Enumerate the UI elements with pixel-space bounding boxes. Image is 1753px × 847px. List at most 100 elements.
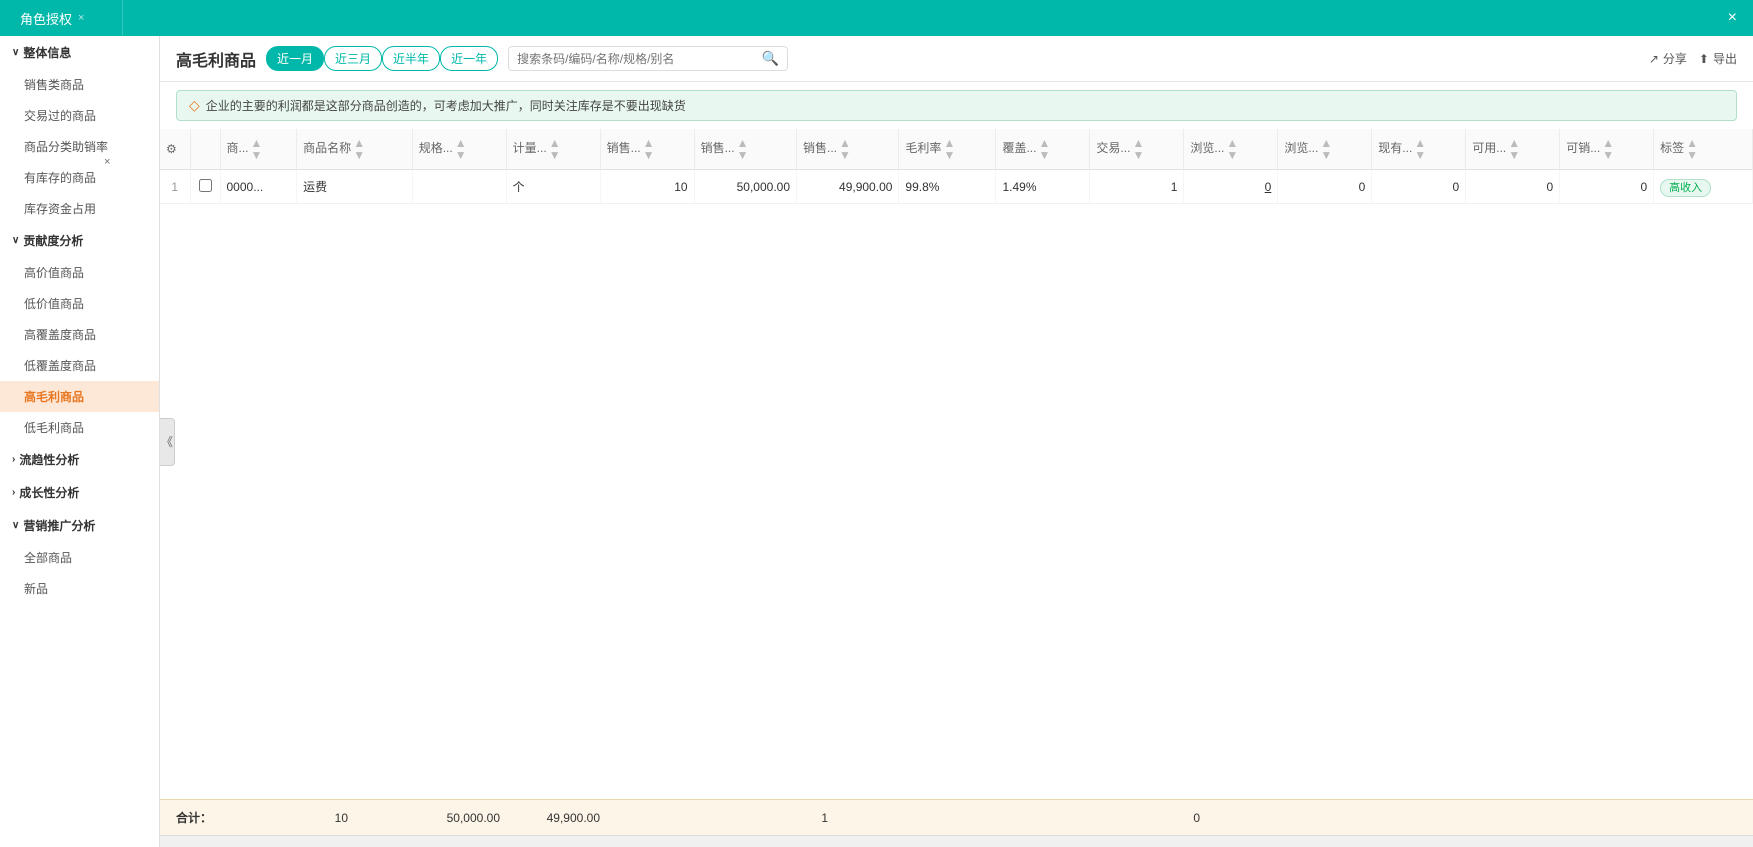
export-button[interactable]: ⬆ 导出 bbox=[1699, 50, 1737, 67]
group-label-2: 流趋性分析 bbox=[19, 451, 79, 468]
data-table-wrap: ⚙商...▲▼商品名称▲▼规格...▲▼计量...▲▼销售...▲▼销售...▲… bbox=[160, 129, 1753, 799]
col-sort-code[interactable]: ▲▼ bbox=[251, 137, 263, 161]
col-label-current_stock: 现有... bbox=[1378, 141, 1412, 155]
col-header-unit[interactable]: 计量...▲▼ bbox=[506, 129, 600, 170]
cell-sales_qty: 10 bbox=[600, 170, 694, 204]
main-layout: ∨整体信息销售类商品交易过的商品商品分类助销率有库存的商品库存资金占用∨贡献度分… bbox=[0, 36, 1753, 847]
col-sort-name[interactable]: ▲▼ bbox=[353, 137, 365, 161]
data-table: ⚙商...▲▼商品名称▲▼规格...▲▼计量...▲▼销售...▲▼销售...▲… bbox=[160, 129, 1753, 204]
content-area: 《 高毛利商品 近一月近三月近半年近一年 🔍 ↗ 分享 ⬆ 导出 bbox=[160, 36, 1753, 847]
col-sort-browse1[interactable]: ▲▼ bbox=[1226, 137, 1238, 161]
col-sort-gross_margin[interactable]: ▲▼ bbox=[943, 137, 955, 161]
sidebar-item-0-4[interactable]: 库存资金占用 bbox=[0, 193, 159, 224]
filter-btn-1[interactable]: 近三月 bbox=[324, 46, 382, 71]
col-label-tag: 标签 bbox=[1660, 141, 1684, 155]
sidebar-group-header-2[interactable]: › 流趋性分析 bbox=[0, 443, 159, 476]
footer-sales-qty: 10 bbox=[228, 811, 408, 825]
top-nav: 首页销售单×进货单×权限设置×角色授权×产成品入库单×单据模板设置×商品分析×商… bbox=[0, 0, 1753, 36]
col-header-spec[interactable]: 规格...▲▼ bbox=[412, 129, 506, 170]
sidebar-group-header-1[interactable]: ∨贡献度分析 bbox=[0, 224, 159, 257]
col-sort-tag[interactable]: ▲▼ bbox=[1686, 137, 1698, 161]
col-sort-coverage[interactable]: ▲▼ bbox=[1038, 137, 1050, 161]
footer-current bbox=[1048, 811, 1128, 825]
col-header-sales_profit[interactable]: 销售...▲▼ bbox=[797, 129, 899, 170]
sidebar-item-1-5[interactable]: 低毛利商品 bbox=[0, 412, 159, 443]
col-header-name[interactable]: 商品名称▲▼ bbox=[297, 129, 413, 170]
sidebar-item-1-4[interactable]: 高毛利商品 bbox=[0, 381, 159, 412]
sidebar-item-4-1[interactable]: 新品 bbox=[0, 573, 159, 604]
gear-icon[interactable]: ⚙ bbox=[166, 142, 177, 156]
sidebar-group-header-3[interactable]: ›成长性分析 bbox=[0, 476, 159, 509]
col-header-transactions[interactable]: 交易...▲▼ bbox=[1090, 129, 1184, 170]
search-input[interactable] bbox=[517, 52, 762, 66]
cell-available: 0 bbox=[1466, 170, 1560, 204]
col-header-gross_margin[interactable]: 毛利率▲▼ bbox=[899, 129, 996, 170]
share-button[interactable]: ↗ 分享 bbox=[1649, 50, 1687, 67]
collapse-icon: 《 bbox=[161, 433, 173, 450]
close-all-button[interactable]: × bbox=[1720, 9, 1745, 27]
sidebar-item-1-1[interactable]: 低价值商品 bbox=[0, 288, 159, 319]
cell-checkbox[interactable] bbox=[190, 170, 220, 204]
sidebar-item-0-2[interactable]: 商品分类助销率 bbox=[0, 131, 159, 162]
col-header-browse2[interactable]: 浏览...▲▼ bbox=[1278, 129, 1372, 170]
cell-unit: 个 bbox=[506, 170, 600, 204]
col-header-available[interactable]: 可用...▲▼ bbox=[1466, 129, 1560, 170]
close-tab-template[interactable]: × bbox=[104, 84, 110, 96]
nav-tab-roles[interactable]: 角色授权× bbox=[8, 0, 123, 36]
sidebar-item-1-3[interactable]: 低覆盖度商品 bbox=[0, 350, 159, 381]
search-box[interactable]: 🔍 bbox=[508, 46, 788, 71]
group-arrow-3: › bbox=[12, 487, 15, 498]
col-sort-sales_profit[interactable]: ▲▼ bbox=[839, 137, 851, 161]
table-footer: 合计： 10 50,000.00 49,900.00 1 0 bbox=[160, 799, 1753, 835]
col-sort-current_stock[interactable]: ▲▼ bbox=[1414, 137, 1426, 161]
filter-btn-3[interactable]: 近一年 bbox=[440, 46, 498, 71]
col-sort-sales_amount[interactable]: ▲▼ bbox=[737, 137, 749, 161]
cell-tag: 高收入 bbox=[1654, 170, 1753, 204]
sidebar-group-header-0[interactable]: ∨整体信息 bbox=[0, 36, 159, 69]
gear-column-header[interactable]: ⚙ bbox=[160, 129, 190, 170]
cell-transactions: 1 bbox=[1090, 170, 1184, 204]
cell-sales_amount: 50,000.00 bbox=[694, 170, 796, 204]
col-sort-browse2[interactable]: ▲▼ bbox=[1320, 137, 1332, 161]
group-arrow-1: ∨ bbox=[12, 235, 19, 246]
close-tab-analysis-list[interactable]: × bbox=[104, 156, 110, 168]
cell-browse1: 0 bbox=[1184, 170, 1278, 204]
filter-btn-2[interactable]: 近半年 bbox=[382, 46, 440, 71]
cell-gross_margin: 99.8% bbox=[899, 170, 996, 204]
search-icon[interactable]: 🔍 bbox=[762, 50, 779, 67]
col-header-tag[interactable]: 标签▲▼ bbox=[1654, 129, 1753, 170]
col-header-sales_amount[interactable]: 销售...▲▼ bbox=[694, 129, 796, 170]
col-sort-transactions[interactable]: ▲▼ bbox=[1132, 137, 1144, 161]
cell-coverage: 1.49% bbox=[996, 170, 1090, 204]
col-header-sales_qty[interactable]: 销售...▲▼ bbox=[600, 129, 694, 170]
col-sort-sales_qty[interactable]: ▲▼ bbox=[643, 137, 655, 161]
col-label-saleable: 可销... bbox=[1566, 141, 1600, 155]
col-header-current_stock[interactable]: 现有...▲▼ bbox=[1372, 129, 1466, 170]
col-header-browse1[interactable]: 浏览...▲▼ bbox=[1184, 129, 1278, 170]
col-sort-saleable[interactable]: ▲▼ bbox=[1602, 137, 1614, 161]
horizontal-scrollbar[interactable] bbox=[160, 835, 1753, 847]
sidebar-group-header-4[interactable]: ∨营销推广分析 bbox=[0, 509, 159, 542]
col-sort-available[interactable]: ▲▼ bbox=[1508, 137, 1520, 161]
content-header: 高毛利商品 近一月近三月近半年近一年 🔍 ↗ 分享 ⬆ 导出 bbox=[160, 36, 1753, 82]
col-sort-spec[interactable]: ▲▼ bbox=[455, 137, 467, 161]
col-header-saleable[interactable]: 可销...▲▼ bbox=[1560, 129, 1654, 170]
group-arrow-2: › bbox=[12, 454, 15, 465]
col-sort-unit[interactable]: ▲▼ bbox=[549, 137, 561, 161]
col-header-coverage[interactable]: 覆盖...▲▼ bbox=[996, 129, 1090, 170]
sidebar-item-1-0[interactable]: 高价值商品 bbox=[0, 257, 159, 288]
row-checkbox[interactable] bbox=[199, 179, 212, 192]
sidebar-collapse-button[interactable]: 《 bbox=[160, 418, 175, 466]
filter-btn-0[interactable]: 近一月 bbox=[266, 46, 324, 71]
close-tab-analysis[interactable]: × bbox=[78, 120, 84, 132]
close-tab-roles[interactable]: × bbox=[78, 12, 84, 24]
export-icon: ⬆ bbox=[1699, 52, 1709, 66]
sidebar-item-0-0[interactable]: 销售类商品 bbox=[0, 69, 159, 100]
col-header-code[interactable]: 商...▲▼ bbox=[220, 129, 297, 170]
close-tab-finished[interactable]: × bbox=[104, 48, 110, 60]
sidebar-item-0-3[interactable]: 有库存的商品 bbox=[0, 162, 159, 193]
sidebar-item-1-2[interactable]: 高覆盖度商品 bbox=[0, 319, 159, 350]
browse-link[interactable]: 0 bbox=[1265, 180, 1272, 194]
info-icon: ◇ bbox=[189, 97, 200, 114]
sidebar-item-4-0[interactable]: 全部商品 bbox=[0, 542, 159, 573]
